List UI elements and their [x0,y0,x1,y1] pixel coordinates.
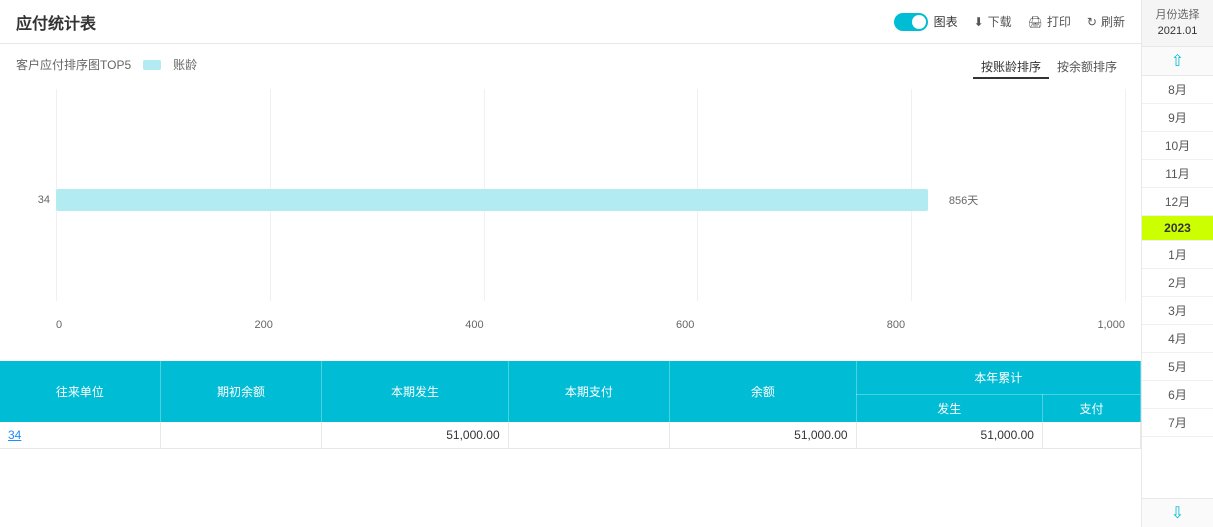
sidebar-scroll-up[interactable]: ⇧ [1142,47,1213,76]
bar-end-label-0: 856天 [949,192,978,208]
cell-payment [508,422,670,449]
col-opening-header: 期初余额 [160,361,322,422]
cell-balance: 51,000.00 [670,422,856,449]
sidebar-month-5[interactable]: 5月 [1142,353,1213,381]
sidebar-month-10[interactable]: 10月 [1142,132,1213,160]
x-tick-1: 200 [255,319,273,331]
sidebar: 月份选择 ⇧ 8月 9月 10月 11月 12月 2023 1月 2月 3月 4… [1141,0,1213,527]
sidebar-header-label: 月份选择 [1146,6,1209,22]
unit-link[interactable]: 34 [8,428,21,442]
cell-unit: 34 [0,422,160,449]
cell-ytd-amount: 51,000.00 [856,422,1042,449]
sidebar-month-9[interactable]: 9月 [1142,104,1213,132]
table-row: 34 51,000.00 51,000.00 51,000.00 [0,422,1141,449]
chart-inner: 34 856天 0 200 400 600 800 1,000 [56,89,1125,331]
col-ytd-group-header: 本年累计 [856,361,1140,395]
x-axis: 0 200 400 600 800 1,000 [56,319,1125,331]
col-current-header: 本期发生 [322,361,508,422]
print-button[interactable]: 🖨 打印 [1028,13,1071,30]
col-ytd-payment-header: 支付 [1042,395,1140,423]
legend-color-box [143,60,161,70]
col-ytd-amount-header: 发生 [856,395,1042,423]
chart-section: 客户应付排序图TOP5 账龄 按账龄排序 按余额排序 [0,44,1141,361]
refresh-button[interactable]: ↻ 刷新 [1087,13,1125,30]
bar-label-0: 34 [20,194,50,206]
download-icon: ⬇ [974,15,984,29]
cell-opening [160,422,322,449]
sidebar-month-3[interactable]: 3月 [1142,297,1213,325]
chart-toggle[interactable] [894,13,928,31]
sidebar-scroll-down[interactable]: ⇩ [1142,498,1213,527]
print-icon: 🖨 [1028,15,1043,29]
x-tick-0: 0 [56,319,62,331]
page-title: 应付统计表 [16,10,96,34]
col-payment-header: 本期支付 [508,361,670,422]
x-tick-3: 600 [676,319,694,331]
cell-ytd-payment [1042,422,1140,449]
data-table: 往来单位 期初余额 本期发生 本期支付 余额 本年累计 发生 支付 [0,361,1141,449]
chart-sort-tabs: 按账龄排序 按余额排序 [973,56,1125,79]
bar-row-0: 34 856天 [56,186,1075,214]
col-unit-header: 往来单位 [0,361,160,422]
col-balance-header: 余额 [670,361,856,422]
cell-current: 51,000.00 [322,422,508,449]
chart-label: 图表 [934,13,958,30]
download-button[interactable]: ⬇ 下载 [974,13,1012,30]
sidebar-year-marker[interactable]: 2023 [1142,216,1213,241]
sidebar-month-12[interactable]: 12月 [1142,188,1213,216]
sidebar-month-4[interactable]: 4月 [1142,325,1213,353]
chart-area: 34 856天 0 200 400 600 800 1,000 [16,81,1125,361]
legend-title: 客户应付排序图TOP5 [16,56,131,73]
sidebar-month-11[interactable]: 11月 [1142,160,1213,188]
sidebar-month-7[interactable]: 7月 [1142,409,1213,437]
sort-tab-age[interactable]: 按账龄排序 [973,56,1049,79]
bar-fill-0: 856天 [56,189,928,211]
table-header-row: 往来单位 期初余额 本期发生 本期支付 余额 本年累计 [0,361,1141,395]
header-actions: 图表 ⬇ 下载 🖨 打印 ↻ 刷新 [894,13,1125,31]
x-tick-4: 800 [887,319,905,331]
sidebar-month-2[interactable]: 2月 [1142,269,1213,297]
sidebar-month-6[interactable]: 6月 [1142,381,1213,409]
sort-tab-balance[interactable]: 按余额排序 [1049,56,1125,79]
x-tick-2: 400 [465,319,483,331]
sidebar-year-input[interactable] [1146,22,1209,40]
print-label: 打印 [1047,13,1071,30]
legend-color-label: 账龄 [173,56,197,73]
refresh-label: 刷新 [1101,13,1125,30]
sidebar-month-8[interactable]: 8月 [1142,76,1213,104]
download-label: 下载 [988,13,1012,30]
x-tick-5: 1,000 [1097,319,1125,331]
chart-toggle-wrap[interactable]: 图表 [894,13,958,31]
table-section: 往来单位 期初余额 本期发生 本期支付 余额 本年累计 发生 支付 [0,361,1141,527]
sidebar-month-1[interactable]: 1月 [1142,241,1213,269]
sidebar-month-list: 8月 9月 10月 11月 12月 2023 1月 2月 3月 4月 5月 6月… [1142,76,1213,498]
chart-legend: 客户应付排序图TOP5 账龄 [16,56,197,73]
sidebar-header: 月份选择 [1142,0,1213,47]
refresh-icon: ↻ [1087,15,1097,29]
